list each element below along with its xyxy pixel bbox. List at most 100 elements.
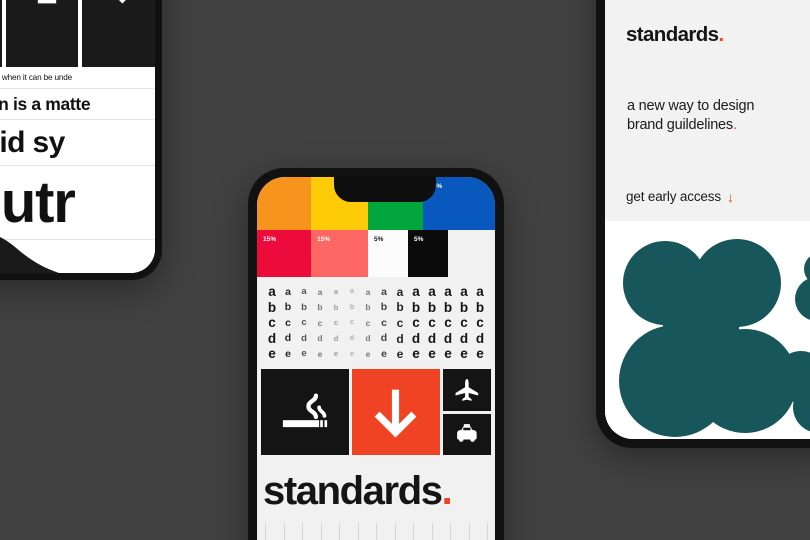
swatch-crimson[interactable]: 15% [257, 230, 311, 277]
letter-cell: c [317, 317, 323, 328]
swatch-orange[interactable] [257, 177, 311, 230]
spec-line: od design is a matte [0, 89, 155, 120]
letter-cell: d [459, 330, 469, 346]
letter-cell: c [350, 319, 354, 327]
letter-cell: e [381, 347, 387, 360]
standards-landing-phone: 02121 standards. a new way to design bra… [596, 0, 810, 448]
letter-cell: d [333, 333, 339, 343]
ruler-tick [450, 523, 451, 540]
letter-cell: e [301, 348, 307, 360]
letter-cell: d [411, 330, 421, 346]
letter-cell: c [301, 317, 307, 329]
down-arrow-pictogram-tile[interactable] [352, 369, 440, 455]
type-specimen-screen: mation is only useful when it can be und… [0, 0, 155, 273]
letter-cell: a [285, 285, 291, 298]
get-early-access-link[interactable]: get early access ↓ [626, 189, 734, 204]
letter-cell: c [428, 315, 436, 331]
letter-cell: a [428, 284, 436, 300]
ruler-tick [376, 523, 377, 540]
letter-cell: e [268, 346, 276, 362]
letter-cell: c [412, 315, 420, 331]
letter-cell: b [427, 299, 437, 315]
swatch-percentage-label: 5% [414, 236, 424, 243]
tagline-dot: . [732, 116, 737, 133]
type-specimen-phone: mation is only useful when it can be und… [0, 0, 162, 280]
letter-cell: e [476, 346, 484, 362]
standards-app-screen: 15% 15%15%5%5% aaaaaaaaaaaaaabbbbbbbbbbb… [257, 177, 495, 540]
letter-cell: e [396, 347, 404, 362]
letter-cell: a [350, 288, 354, 296]
letter-cell: b [284, 301, 292, 314]
letter-row: aaaaaaaaaaaaaa [264, 284, 488, 300]
pictogram-panel [261, 369, 491, 455]
ruler-tick [320, 523, 322, 540]
taxi-icon [457, 424, 477, 443]
swatch-black[interactable]: 5% [408, 230, 448, 277]
letter-cell: e [428, 346, 436, 362]
letter-cell: b [475, 299, 485, 315]
letter-cell: b [380, 301, 388, 314]
swatch-white[interactable]: 5% [368, 230, 408, 277]
arrow-down-icon [375, 389, 417, 438]
tagline-line-2: brand guildelines [627, 116, 733, 133]
letter-cell: b [333, 302, 339, 312]
letter-cell: b [267, 299, 277, 315]
ruler-tick [357, 523, 359, 540]
letter-cell: c [444, 315, 452, 331]
letter-cell: c [333, 318, 339, 328]
letter-row: bbbbbbbbbbbbbb [264, 300, 488, 316]
arrow-up-right-tile[interactable] [0, 0, 2, 67]
letter-cell: b [443, 299, 453, 315]
letter-cell: a [365, 286, 371, 297]
letter-cell: d [475, 330, 485, 346]
letter-cell: e [460, 346, 468, 362]
letter-cell: c [476, 315, 484, 331]
letter-cell: b [459, 299, 469, 315]
mockup-scene: mation is only useful when it can be und… [0, 0, 810, 540]
letter-row: dddddddddddddd [264, 331, 488, 347]
ruler-tick [431, 523, 433, 540]
taxi-pictogram-tile[interactable] [443, 413, 491, 455]
swatch-coral[interactable]: 15% [311, 230, 368, 277]
blob-shape-icon [0, 237, 59, 273]
ruler-tick [265, 523, 266, 540]
ruler-tick [339, 523, 340, 540]
spec-line: he grid sy [0, 120, 155, 166]
ruler-tick [394, 523, 396, 540]
decorative-blob-strip [0, 205, 155, 273]
letter-cell: a [444, 284, 452, 300]
landing-tagline: a new way to design brand guildelines. [627, 97, 810, 134]
ruler-tick [302, 523, 303, 540]
swatch-empty[interactable] [448, 230, 495, 277]
letter-cell: a [460, 284, 468, 300]
airplane-pictogram-tile[interactable] [443, 369, 491, 411]
landing-heading: standards. [626, 23, 724, 47]
letter-cell: c [396, 315, 404, 330]
letter-cell: e [412, 346, 420, 362]
tagline-line-2-wrap: brand guildelines. [627, 116, 810, 135]
ruler-tick [283, 523, 285, 540]
letter-cell: d [365, 333, 371, 344]
measurement-ruler: 0123456789101112 [257, 523, 495, 540]
letter-cell: d [301, 332, 307, 344]
pictogram-column [443, 369, 491, 455]
wordmark-text: standards [263, 469, 443, 513]
letter-cell: d [380, 332, 388, 345]
arrow-down-right-tile[interactable] [5, 0, 79, 67]
letter-cell: a [396, 284, 404, 299]
letter-cell: a [317, 286, 323, 297]
letter-cell: d [349, 335, 355, 343]
standards-app-phone: 15% 15%15%5%5% aaaaaaaaaaaaaabbbbbbbbbbb… [248, 168, 504, 540]
letter-cell: c [381, 316, 387, 329]
letter-cell: e [333, 349, 339, 359]
standards-landing-screen: 02121 standards. a new way to design bra… [605, 0, 810, 439]
letter-cell: b [396, 300, 404, 315]
arrow-right-tile[interactable] [82, 0, 155, 67]
landing-heading-dot: . [718, 23, 724, 46]
letter-cell: c [285, 316, 291, 329]
cigarette-icon [282, 393, 327, 428]
letter-cell: d [317, 333, 323, 344]
letter-cell: c [268, 315, 276, 331]
letter-cell: a [268, 284, 276, 300]
smoking-pictogram-tile[interactable] [261, 369, 349, 455]
